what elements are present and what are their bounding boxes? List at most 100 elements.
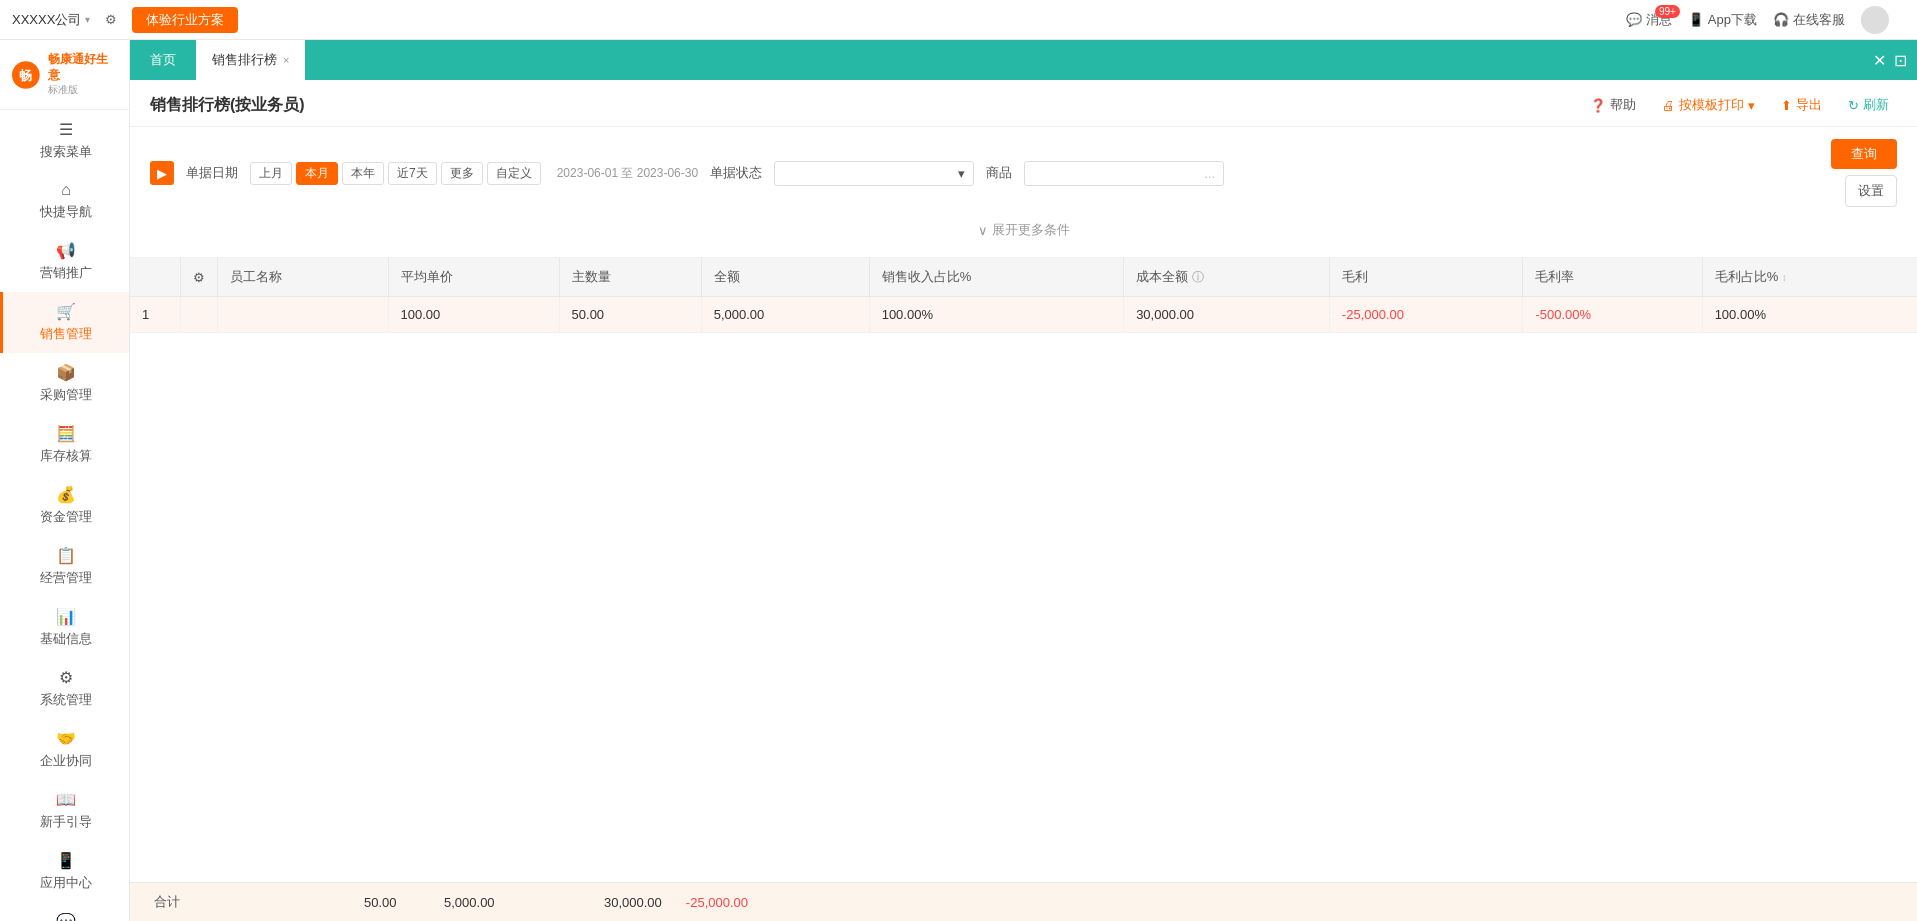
- sidebar-item-finance[interactable]: 💰 资金管理: [0, 475, 129, 536]
- row-qty: 50.00: [559, 297, 701, 333]
- enterprise-icon: 🤝: [56, 729, 76, 748]
- date-btn-this-year[interactable]: 本年: [342, 162, 384, 185]
- date-btn-more[interactable]: 更多: [441, 162, 483, 185]
- tab-sales-ranking[interactable]: 销售排行榜 ×: [196, 40, 305, 80]
- date-btn-custom[interactable]: 自定义: [487, 162, 541, 185]
- avatar[interactable]: [1861, 6, 1889, 34]
- table-row: 1 100.00 50.00 5,000.00 100.00% 30,000.0…: [130, 297, 1917, 333]
- sidebar-item-guide[interactable]: 📖 新手引导: [0, 780, 129, 841]
- row-cost: 30,000.00: [1124, 297, 1330, 333]
- wechat-icon: 💬: [56, 912, 76, 921]
- footer-amount: 5,000.00: [432, 895, 512, 910]
- row-avg-price: 100.00: [388, 297, 559, 333]
- sidebar-item-enterprise[interactable]: 🤝 企业协同: [0, 719, 129, 780]
- sidebar-label-system: 系统管理: [40, 691, 92, 709]
- footer-profit: -25,000.00: [674, 895, 760, 910]
- export-button[interactable]: ⬆ 导出: [1773, 92, 1830, 118]
- col-sales-pct: 销售收入占比%: [869, 258, 1123, 297]
- date-filter-label: 单据日期: [186, 164, 238, 182]
- sidebar-item-sales[interactable]: 🛒 销售管理: [0, 292, 129, 353]
- filter-row: ▶ 单据日期 上月 本月 本年 近7天 更多 自定义 2023-06-01 至 …: [150, 139, 1897, 207]
- sidebar-item-wechat[interactable]: 💬 企业微信: [0, 902, 129, 921]
- home-icon: ⌂: [61, 181, 71, 199]
- tab-home[interactable]: 首页: [130, 40, 196, 80]
- date-buttons: 上月 本月 本年 近7天 更多 自定义: [250, 162, 541, 185]
- col-settings[interactable]: ⚙: [180, 258, 217, 297]
- expand-more-button[interactable]: ∨ 展开更多条件: [150, 215, 1897, 245]
- profit-pct-sort-icon[interactable]: ↕: [1782, 272, 1787, 283]
- status-select-chevron: ▾: [958, 166, 965, 181]
- sidebar-label-finance: 资金管理: [40, 508, 92, 526]
- col-profit-rate: 毛利率: [1523, 258, 1702, 297]
- online-service-button[interactable]: 🎧 在线客服: [1773, 11, 1845, 29]
- sidebar-item-marketing[interactable]: 📢 营销推广: [0, 231, 129, 292]
- sidebar-item-basic[interactable]: 📊 基础信息: [0, 597, 129, 658]
- logo-sub: 标准版: [48, 83, 119, 97]
- filter-toggle-button[interactable]: ▶: [150, 161, 174, 185]
- tab-close-icon[interactable]: ×: [283, 54, 289, 66]
- sidebar-item-apps[interactable]: 📱 应用中心: [0, 841, 129, 902]
- svg-text:畅: 畅: [19, 68, 32, 83]
- row-employee: [217, 297, 388, 333]
- basic-icon: 📊: [56, 607, 76, 626]
- sidebar-label-guide: 新手引导: [40, 813, 92, 831]
- filter-area: ▶ 单据日期 上月 本月 本年 近7天 更多 自定义 2023-06-01 至 …: [130, 127, 1917, 258]
- company-selector[interactable]: XXXXX公司 ▾: [12, 11, 90, 29]
- marketing-icon: 📢: [56, 241, 76, 260]
- tab-bar: 首页 销售排行榜 × ✕ ⊡: [130, 40, 1917, 80]
- cost-help-icon: ⓘ: [1192, 270, 1204, 284]
- status-select[interactable]: ▾: [774, 161, 974, 186]
- refresh-button[interactable]: ↻ 刷新: [1840, 92, 1897, 118]
- sidebar-label-sales: 销售管理: [40, 325, 92, 343]
- tab-bar-right: ✕ ⊡: [1873, 51, 1917, 70]
- sidebar-item-search[interactable]: ☰ 搜索菜单: [0, 110, 129, 171]
- refresh-icon: ↻: [1848, 98, 1859, 113]
- sidebar-item-inventory[interactable]: 🧮 库存核算: [0, 414, 129, 475]
- sidebar-label-apps: 应用中心: [40, 874, 92, 892]
- col-employee: 员工名称: [217, 258, 388, 297]
- sidebar-item-purchase[interactable]: 📦 采购管理: [0, 353, 129, 414]
- settings-icon[interactable]: ⚙: [98, 7, 124, 33]
- tab-maximize-icon[interactable]: ⊡: [1894, 51, 1907, 70]
- footer-qty: 50.00: [352, 895, 432, 910]
- page-actions: ❓ 帮助 🖨 按模板打印 ▾ ⬆ 导出 ↻ 刷新: [1582, 92, 1897, 118]
- help-button[interactable]: ❓ 帮助: [1582, 92, 1644, 118]
- col-amount: 全额: [701, 258, 869, 297]
- print-button[interactable]: 🖨 按模板打印 ▾: [1654, 92, 1763, 118]
- help-icon: ❓: [1590, 98, 1606, 113]
- finance-icon: 💰: [56, 485, 76, 504]
- filter-actions: 查询 设置: [1831, 139, 1897, 207]
- company-name: XXXXX公司: [12, 11, 81, 29]
- page-header: 销售排行榜(按业务员) ❓ 帮助 🖨 按模板打印 ▾ ⬆ 导出: [130, 80, 1917, 127]
- table-header-row: ⚙ 员工名称 平均单价 主数量 全额 销售收入占比% 成本全额 ⓘ 毛利: [130, 258, 1917, 297]
- sidebar-label-marketing: 营销推广: [40, 264, 92, 282]
- guide-icon: 📖: [56, 790, 76, 809]
- sidebar-logo: 畅 畅康通好生意 标准版: [0, 40, 129, 110]
- chevron-down-expand-icon: ∨: [978, 223, 988, 238]
- tab-close-window-icon[interactable]: ✕: [1873, 51, 1886, 70]
- app-download-button[interactable]: 📱 App下载: [1688, 11, 1757, 29]
- date-btn-last-month[interactable]: 上月: [250, 162, 292, 185]
- filter-settings-button[interactable]: 设置: [1845, 175, 1897, 207]
- col-index: [130, 258, 180, 297]
- message-badge: 99+: [1655, 5, 1680, 18]
- query-button[interactable]: 查询: [1831, 139, 1897, 169]
- date-btn-7days[interactable]: 近7天: [388, 162, 437, 185]
- sidebar-item-system[interactable]: ⚙ 系统管理: [0, 658, 129, 719]
- sidebar-item-shortcut[interactable]: ⌂ 快捷导航: [0, 171, 129, 231]
- goods-input[interactable]: ...: [1024, 161, 1224, 186]
- message-button[interactable]: 💬 消息 99+: [1626, 11, 1672, 29]
- goods-more-icon: ...: [1204, 166, 1215, 181]
- sidebar-item-operations[interactable]: 📋 经营管理: [0, 536, 129, 597]
- service-icon: 🎧: [1773, 12, 1789, 27]
- col-settings-icon: ⚙: [193, 270, 205, 285]
- col-cost: 成本全额 ⓘ: [1124, 258, 1330, 297]
- sidebar-label-purchase: 采购管理: [40, 386, 92, 404]
- page-content: 销售排行榜(按业务员) ❓ 帮助 🖨 按模板打印 ▾ ⬆ 导出: [130, 80, 1917, 921]
- date-range-display: 2023-06-01 至 2023-06-30: [557, 165, 698, 182]
- trial-button[interactable]: 体验行业方案: [132, 7, 238, 33]
- print-chevron-icon: ▾: [1748, 98, 1755, 113]
- sidebar: 畅 畅康通好生意 标准版 ☰ 搜索菜单 ⌂ 快捷导航 📢 营销推广 🛒 销售管理…: [0, 40, 130, 921]
- purchase-icon: 📦: [56, 363, 76, 382]
- date-btn-this-month[interactable]: 本月: [296, 162, 338, 185]
